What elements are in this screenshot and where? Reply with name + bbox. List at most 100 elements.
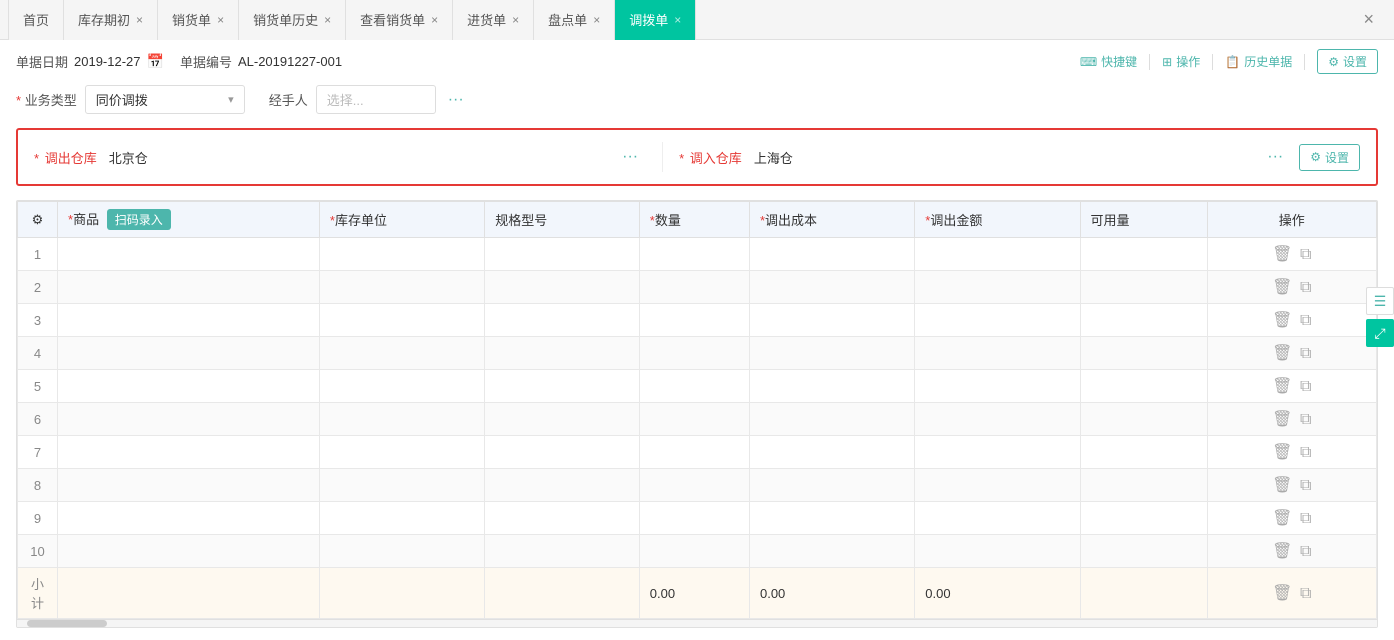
scan-barcode-btn[interactable]: 扫码录入: [107, 209, 171, 230]
tab-sales-order-close[interactable]: ×: [217, 13, 224, 27]
unit-cell[interactable]: [319, 337, 484, 370]
copy-row-icon[interactable]: ⧉: [1300, 411, 1311, 428]
close-all-tabs[interactable]: ×: [1351, 9, 1386, 30]
delete-row-icon[interactable]: 🗑: [1272, 345, 1292, 362]
copy-row-icon[interactable]: ⧉: [1300, 444, 1311, 461]
business-type-select[interactable]: 同价调拨 ▾: [85, 85, 245, 114]
shortcuts-btn[interactable]: ⌨ 快捷键: [1080, 53, 1137, 70]
available-cell[interactable]: [1080, 403, 1207, 436]
unit-cell[interactable]: [319, 436, 484, 469]
delete-row-icon[interactable]: 🗑: [1272, 246, 1292, 263]
delete-row-icon[interactable]: 🗑: [1272, 411, 1292, 428]
tab-purchase-order-close[interactable]: ×: [512, 13, 519, 27]
delete-row-icon[interactable]: 🗑: [1272, 477, 1292, 494]
tab-view-sales[interactable]: 查看销货单 ×: [346, 0, 453, 40]
available-cell[interactable]: [1080, 304, 1207, 337]
qty-cell[interactable]: [639, 304, 749, 337]
amount-cell[interactable]: [915, 238, 1080, 271]
delete-row-icon[interactable]: 🗑: [1272, 510, 1292, 527]
amount-cell[interactable]: [915, 535, 1080, 568]
tab-inventory-init[interactable]: 库存期初 ×: [64, 0, 158, 40]
tab-inventory-init-close[interactable]: ×: [136, 13, 143, 27]
copy-row-icon[interactable]: ⧉: [1300, 279, 1311, 296]
copy-row-icon[interactable]: ⧉: [1300, 477, 1311, 494]
float-expand-btn[interactable]: ⤢: [1366, 319, 1394, 347]
amount-cell[interactable]: [915, 337, 1080, 370]
unit-cell[interactable]: [319, 502, 484, 535]
product-cell[interactable]: [58, 337, 320, 370]
qty-cell[interactable]: [639, 271, 749, 304]
product-cell[interactable]: [58, 502, 320, 535]
warehouse-in-more-btn[interactable]: ···: [1259, 148, 1291, 166]
spec-cell[interactable]: [485, 370, 640, 403]
float-list-btn[interactable]: ☰: [1366, 287, 1394, 315]
cost-cell[interactable]: [749, 370, 914, 403]
unit-cell[interactable]: [319, 469, 484, 502]
cost-cell[interactable]: [749, 502, 914, 535]
unit-cell[interactable]: [319, 370, 484, 403]
copy-row-icon[interactable]: ⧉: [1300, 345, 1311, 362]
tab-sales-history-close[interactable]: ×: [324, 13, 331, 27]
copy-row-icon[interactable]: ⧉: [1300, 246, 1311, 263]
calendar-icon[interactable]: 📅: [147, 53, 164, 70]
tab-transfer-close[interactable]: ×: [674, 13, 681, 27]
spec-cell[interactable]: [485, 337, 640, 370]
spec-cell[interactable]: [485, 436, 640, 469]
available-cell[interactable]: [1080, 271, 1207, 304]
available-cell[interactable]: [1080, 469, 1207, 502]
tab-purchase-order[interactable]: 进货单 ×: [453, 0, 534, 40]
amount-cell[interactable]: [915, 502, 1080, 535]
tab-transfer[interactable]: 调拨单 ×: [615, 0, 696, 40]
product-cell[interactable]: [58, 535, 320, 568]
spec-cell[interactable]: [485, 238, 640, 271]
unit-cell[interactable]: [319, 304, 484, 337]
cost-cell[interactable]: [749, 304, 914, 337]
copy-row-icon[interactable]: ⧉: [1300, 543, 1311, 560]
spec-cell[interactable]: [485, 469, 640, 502]
amount-cell[interactable]: [915, 370, 1080, 403]
spec-cell[interactable]: [485, 535, 640, 568]
delete-row-icon[interactable]: 🗑: [1272, 543, 1292, 560]
available-cell[interactable]: [1080, 436, 1207, 469]
spec-cell[interactable]: [485, 304, 640, 337]
copy-row-icon[interactable]: ⧉: [1300, 378, 1311, 395]
cost-cell[interactable]: [749, 403, 914, 436]
qty-cell[interactable]: [639, 238, 749, 271]
warehouse-out-more-btn[interactable]: ···: [614, 148, 646, 166]
qty-cell[interactable]: [639, 436, 749, 469]
unit-cell[interactable]: [319, 403, 484, 436]
tab-sales-history[interactable]: 销货单历史 ×: [239, 0, 346, 40]
unit-cell[interactable]: [319, 238, 484, 271]
amount-cell[interactable]: [915, 304, 1080, 337]
delete-icon[interactable]: 🗑: [1272, 585, 1292, 602]
tab-stocktake-close[interactable]: ×: [593, 13, 600, 27]
cost-cell[interactable]: [749, 238, 914, 271]
operations-btn[interactable]: ⊞ 操作: [1162, 53, 1200, 70]
history-btn[interactable]: 📋 历史单据: [1225, 53, 1292, 70]
product-cell[interactable]: [58, 271, 320, 304]
available-cell[interactable]: [1080, 502, 1207, 535]
handler-more-btn[interactable]: ···: [444, 91, 468, 109]
available-cell[interactable]: [1080, 238, 1207, 271]
qty-cell[interactable]: [639, 535, 749, 568]
copy-row-icon[interactable]: ⧉: [1300, 312, 1311, 329]
amount-cell[interactable]: [915, 469, 1080, 502]
qty-cell[interactable]: [639, 403, 749, 436]
qty-cell[interactable]: [639, 370, 749, 403]
product-cell[interactable]: [58, 238, 320, 271]
cost-cell[interactable]: [749, 469, 914, 502]
amount-cell[interactable]: [915, 436, 1080, 469]
spec-cell[interactable]: [485, 403, 640, 436]
spec-cell[interactable]: [485, 271, 640, 304]
delete-row-icon[interactable]: 🗑: [1272, 279, 1292, 296]
copy-row-icon[interactable]: ⧉: [1300, 510, 1311, 527]
amount-cell[interactable]: [915, 271, 1080, 304]
delete-row-icon[interactable]: 🗑: [1272, 444, 1292, 461]
unit-cell[interactable]: [319, 271, 484, 304]
available-cell[interactable]: [1080, 337, 1207, 370]
tab-home[interactable]: 首页: [8, 0, 64, 40]
qty-cell[interactable]: [639, 469, 749, 502]
unit-cell[interactable]: [319, 535, 484, 568]
spec-cell[interactable]: [485, 502, 640, 535]
available-cell[interactable]: [1080, 535, 1207, 568]
